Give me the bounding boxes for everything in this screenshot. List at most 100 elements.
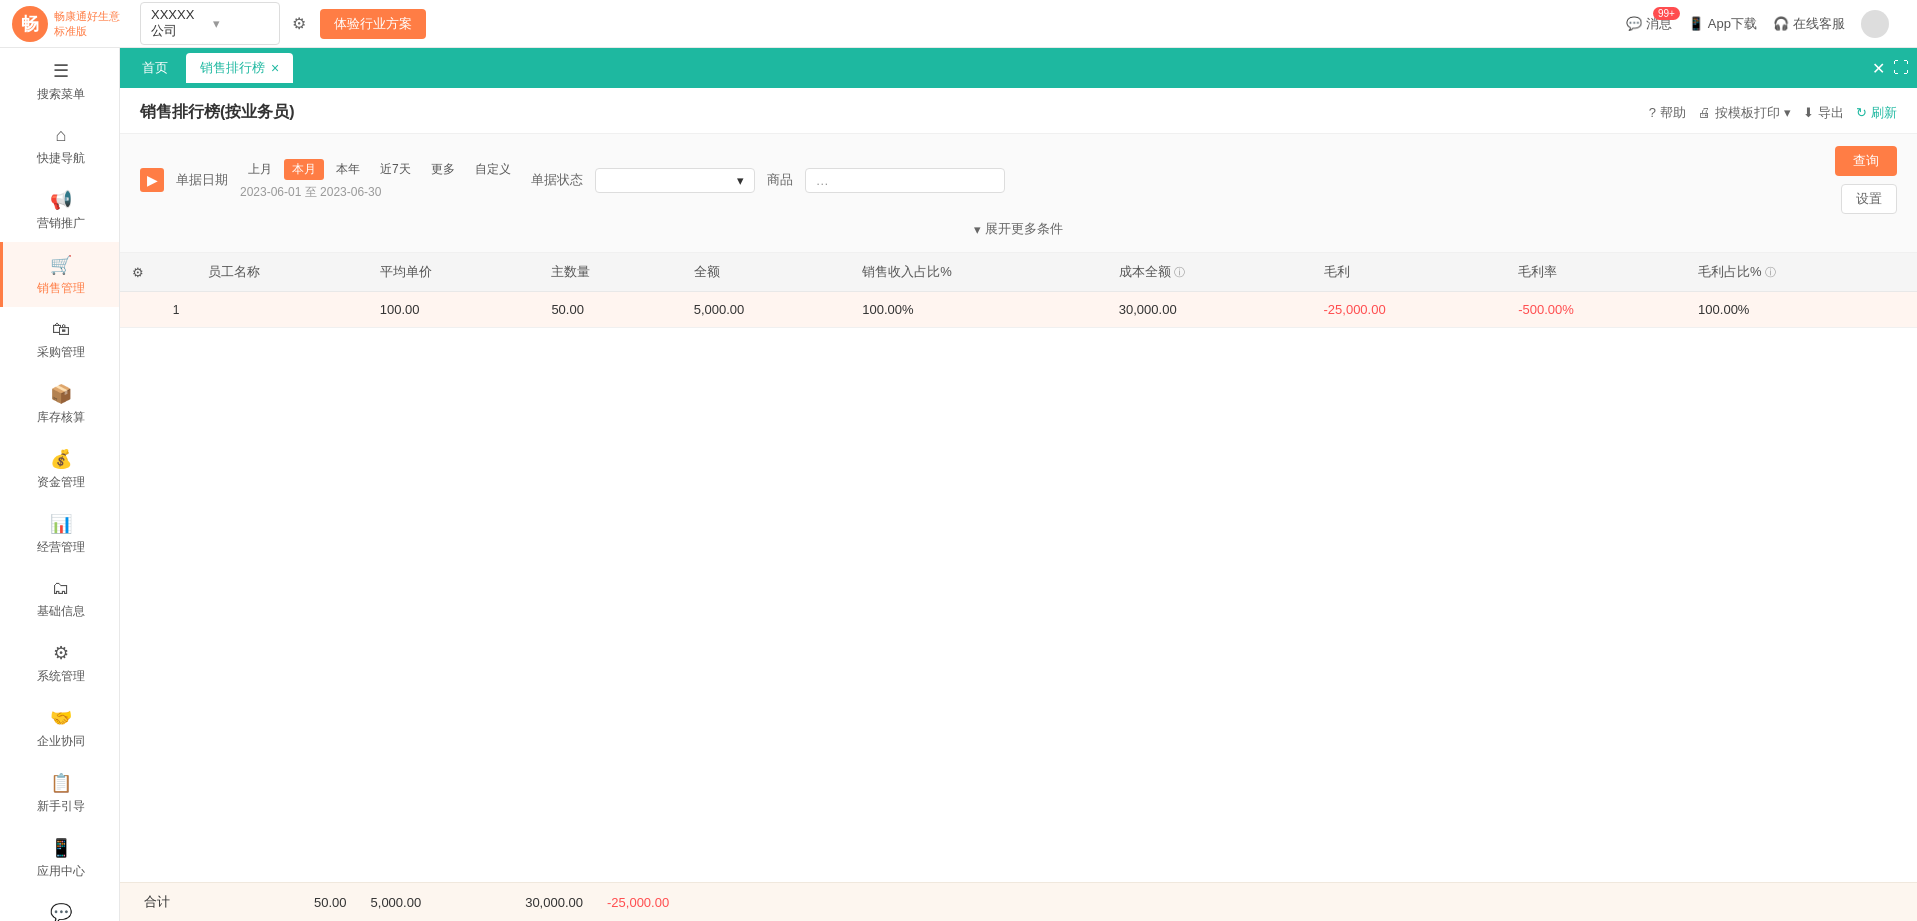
message-badge: 99+	[1653, 7, 1680, 20]
filter-toggle-button[interactable]: ▶	[140, 168, 164, 192]
sidebar-item-finance[interactable]: 💰 资金管理	[0, 436, 119, 501]
main-layout: ☰ 搜索菜单 ⌂ 快捷导航 📢 营销推广 🛒 销售管理 🛍 采购管理 📦 库存核…	[0, 48, 1917, 921]
company-name: XXXXX公司	[151, 7, 207, 40]
date-tab-this-month[interactable]: 本月	[284, 159, 324, 180]
table-row: 1 100.00 50.00 5,000.00 100.00% 30,000.0…	[120, 292, 1917, 328]
col-cost: 成本全额 ⓘ	[1107, 253, 1312, 292]
query-section: 查询 设置	[1835, 146, 1897, 214]
top-right: 💬 消息 99+ 📱 App下载 🎧 在线客服	[1626, 10, 1905, 38]
col-gross: 毛利	[1312, 253, 1507, 292]
row-cost: 30,000.00	[1107, 292, 1312, 328]
refresh-button[interactable]: ↻ 刷新	[1856, 104, 1897, 122]
tab-home[interactable]: 首页	[128, 53, 182, 83]
mobile-icon: 📱	[1688, 16, 1704, 31]
sidebar-item-purchase[interactable]: 🛍 采购管理	[0, 307, 119, 371]
page-header: 销售排行榜(按业务员) ? 帮助 🖨 按模板打印 ▾ ⬇ 导出	[120, 88, 1917, 134]
col-settings[interactable]: ⚙	[120, 253, 156, 292]
print-arrow: ▾	[1784, 105, 1791, 120]
company-settings-icon[interactable]: ⚙	[288, 10, 310, 37]
company-dropdown-arrow: ▾	[213, 16, 269, 31]
date-tab-7days[interactable]: 近7天	[372, 159, 419, 180]
tab-sales-ranking[interactable]: 销售排行榜 ×	[186, 53, 293, 83]
row-settings	[120, 292, 156, 328]
sidebar-label-newbie: 新手引导	[37, 798, 85, 815]
table-settings-icon[interactable]: ⚙	[132, 265, 144, 280]
service-label: 在线客服	[1793, 15, 1845, 33]
date-filter-group: 上月 本月 本年 近7天 更多 自定义 2023-06-01 至 2023-06…	[240, 159, 519, 201]
sidebar: ☰ 搜索菜单 ⌂ 快捷导航 📢 营销推广 🛒 销售管理 🛍 采购管理 📦 库存核…	[0, 48, 120, 921]
cost-info-icon[interactable]: ⓘ	[1174, 266, 1185, 278]
sidebar-item-search-order[interactable]: ☰ 搜索菜单	[0, 48, 119, 113]
marketing-icon: 📢	[50, 189, 72, 211]
sidebar-item-basic-info[interactable]: 🗂 基础信息	[0, 566, 119, 630]
sidebar-item-marketing[interactable]: 📢 营销推广	[0, 177, 119, 242]
export-button[interactable]: ⬇ 导出	[1803, 104, 1844, 122]
setting-button[interactable]: 设置	[1841, 184, 1897, 214]
top-bar: 畅 畅康通好生意 标准版 XXXXX公司 ▾ ⚙ 体验行业方案 💬 消息 99+…	[0, 0, 1917, 48]
app-download-button[interactable]: 📱 App下载	[1688, 15, 1757, 33]
message-button[interactable]: 💬 消息 99+	[1626, 15, 1672, 33]
status-dropdown-arrow: ▾	[737, 173, 744, 188]
sidebar-item-operations[interactable]: 📊 经营管理	[0, 501, 119, 566]
print-button[interactable]: 🖨 按模板打印 ▾	[1698, 104, 1791, 122]
page-content: 销售排行榜(按业务员) ? 帮助 🖨 按模板打印 ▾ ⬇ 导出	[120, 88, 1917, 921]
col-avg-price: 平均单价	[368, 253, 540, 292]
basic-info-icon: 🗂	[52, 578, 70, 599]
help-button[interactable]: ? 帮助	[1649, 104, 1686, 122]
sidebar-label-search-order: 搜索菜单	[37, 86, 85, 103]
row-amount: 5,000.00	[682, 292, 851, 328]
date-tab-more[interactable]: 更多	[423, 159, 463, 180]
row-gross-rate: -500.00%	[1506, 292, 1686, 328]
tab-maximize-icon[interactable]: ⛶	[1893, 59, 1909, 78]
tab-close-icon[interactable]: ×	[271, 60, 279, 76]
goods-filter-label: 商品	[767, 171, 793, 189]
sidebar-item-system[interactable]: ⚙ 系统管理	[0, 630, 119, 695]
date-tab-last-month[interactable]: 上月	[240, 159, 280, 180]
trial-button[interactable]: 体验行业方案	[320, 9, 426, 39]
sidebar-item-enterprise[interactable]: 🤝 企业协同	[0, 695, 119, 760]
footer-quantity: 50.00	[302, 895, 359, 910]
sidebar-item-newbie[interactable]: 📋 新手引导	[0, 760, 119, 825]
query-button[interactable]: 查询	[1835, 146, 1897, 176]
tab-close-window-icon[interactable]: ✕	[1872, 59, 1885, 78]
goods-filter-input[interactable]: …	[805, 168, 1005, 193]
active-tab-label: 销售排行榜	[200, 59, 265, 77]
avatar[interactable]	[1861, 10, 1889, 38]
purchase-icon: 🛍	[52, 319, 70, 340]
sidebar-item-app-center[interactable]: 📱 应用中心	[0, 825, 119, 890]
expand-icon: ▾	[974, 222, 981, 237]
table-header: ⚙ 员工名称 平均单价 主数量 全额 销售收入占比% 成本全额 ⓘ	[120, 253, 1917, 292]
gross-pct-info-icon[interactable]: ⓘ	[1765, 266, 1776, 278]
status-filter-select[interactable]: ▾	[595, 168, 755, 193]
sales-icon: 🛒	[50, 254, 72, 276]
sidebar-item-wechat[interactable]: 💬 企业微信	[0, 890, 119, 921]
finance-icon: 💰	[50, 448, 72, 470]
expand-more-button[interactable]: ▾ 展开更多条件	[140, 214, 1897, 240]
operations-icon: 📊	[50, 513, 72, 535]
filter-toggle-icon: ▶	[147, 172, 158, 188]
quick-nav-icon: ⌂	[56, 125, 67, 146]
headset-icon: 🎧	[1773, 16, 1789, 31]
help-label: 帮助	[1660, 104, 1686, 122]
sidebar-item-quick-nav[interactable]: ⌂ 快捷导航	[0, 113, 119, 177]
sidebar-label-finance: 资金管理	[37, 474, 85, 491]
row-rank: 1	[156, 292, 196, 328]
col-quantity: 主数量	[539, 253, 681, 292]
date-tab-custom[interactable]: 自定义	[467, 159, 519, 180]
print-icon: 🖨	[1698, 105, 1711, 120]
refresh-label: 刷新	[1871, 104, 1897, 122]
sidebar-item-sales[interactable]: 🛒 销售管理	[0, 242, 119, 307]
row-sales-pct: 100.00%	[850, 292, 1107, 328]
sidebar-label-basic-info: 基础信息	[37, 603, 85, 620]
row-avg-price: 100.00	[368, 292, 540, 328]
search-order-icon: ☰	[53, 60, 69, 82]
date-tab-this-year[interactable]: 本年	[328, 159, 368, 180]
filter-area: ▶ 单据日期 上月 本月 本年 近7天 更多 自定义 2023-06-01 至 …	[120, 134, 1917, 253]
col-amount: 全额	[682, 253, 851, 292]
home-tab-label: 首页	[142, 59, 168, 77]
sidebar-label-quick-nav: 快捷导航	[37, 150, 85, 167]
online-service-button[interactable]: 🎧 在线客服	[1773, 15, 1845, 33]
print-label: 按模板打印	[1715, 104, 1780, 122]
company-select[interactable]: XXXXX公司 ▾	[140, 2, 280, 45]
sidebar-item-inventory[interactable]: 📦 库存核算	[0, 371, 119, 436]
